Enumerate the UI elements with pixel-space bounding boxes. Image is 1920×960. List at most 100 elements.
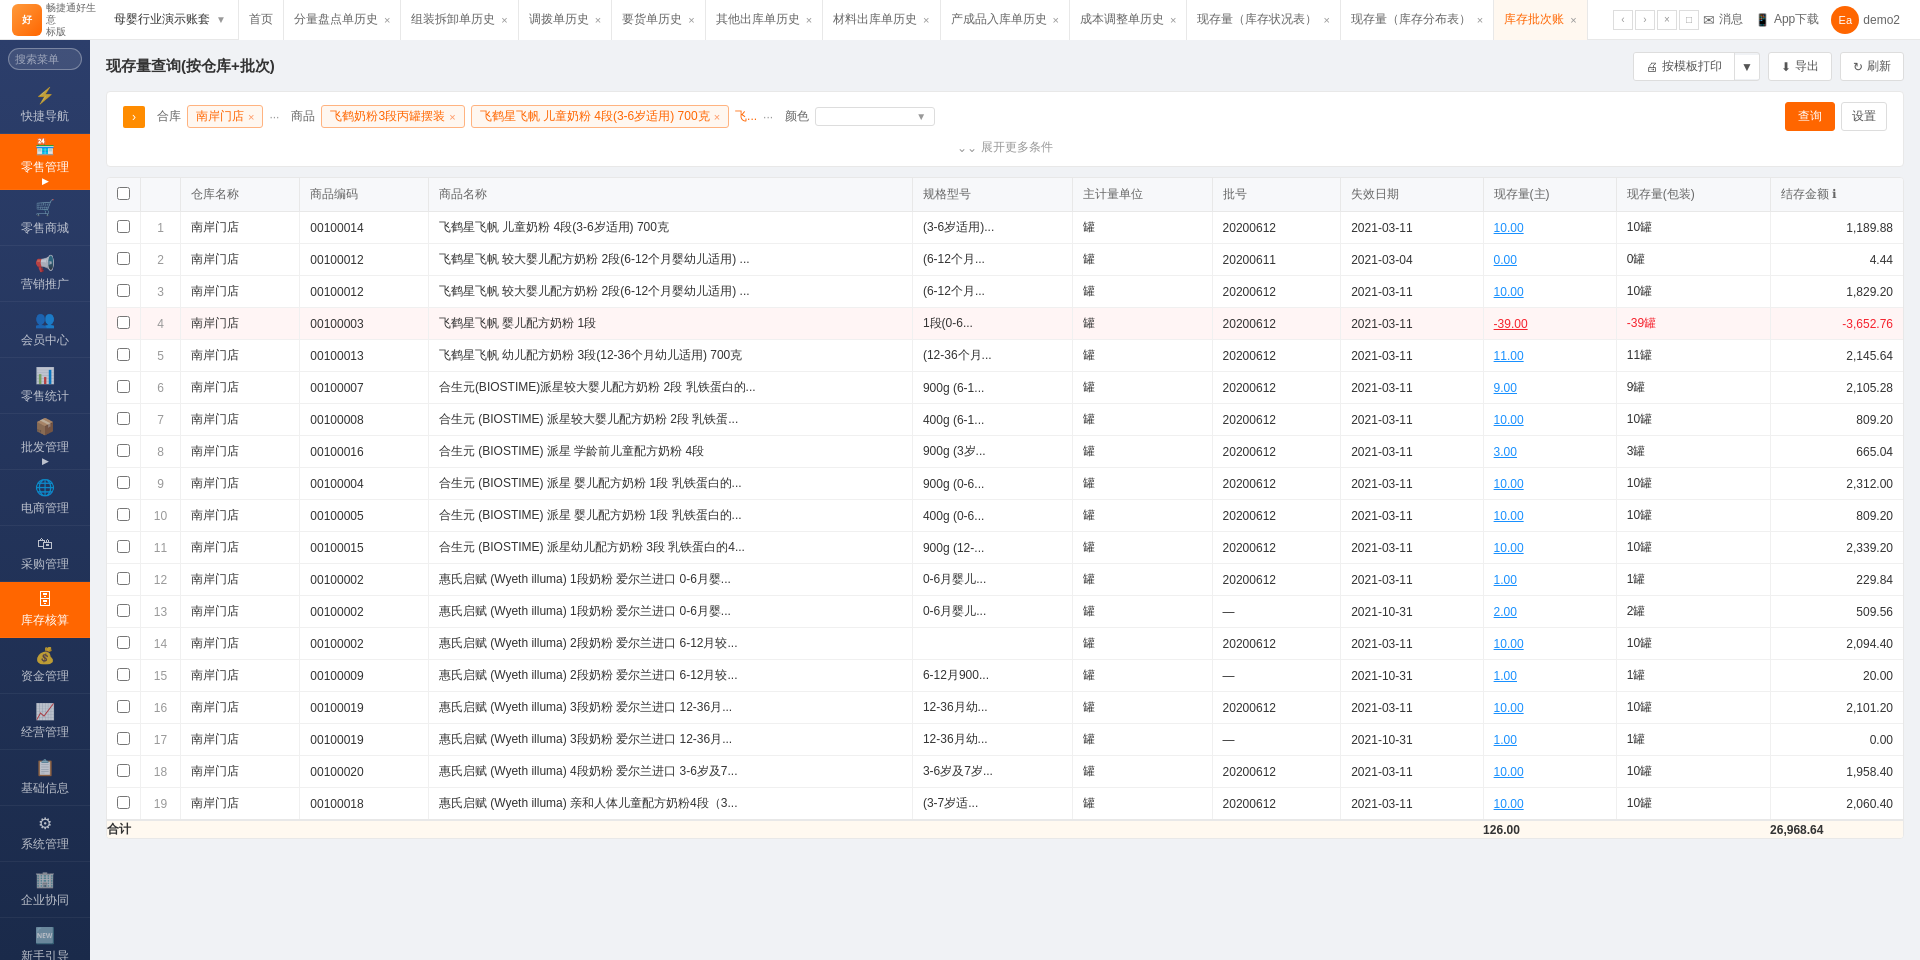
row-checkbox[interactable] — [117, 316, 130, 329]
tab-mix[interactable]: 调拨单历史 × — [519, 0, 612, 40]
row-checkbox[interactable] — [117, 732, 130, 745]
sidebar-item-wholesale[interactable]: 📦 批发管理 ▶ — [0, 414, 90, 470]
sidebar-item-retail-mgmt[interactable]: 🏪 零售管理 ▶ — [0, 134, 90, 190]
sidebar-item-shortcut[interactable]: ⚡ 快捷导航 — [0, 78, 90, 134]
select-all-checkbox[interactable] — [117, 187, 130, 200]
tab-other-out[interactable]: 其他出库单历史 × — [706, 0, 823, 40]
warehouse-ellipsis[interactable]: ··· — [269, 110, 279, 124]
tab-product-in-close[interactable]: × — [1053, 14, 1059, 26]
tab-nav-right[interactable]: › — [1635, 10, 1655, 30]
sidebar-search-input[interactable] — [8, 48, 82, 70]
row-checkbox[interactable] — [117, 636, 130, 649]
tab-home[interactable]: 首页 — [239, 0, 284, 40]
product-tag-1-remove[interactable]: × — [449, 111, 455, 123]
row-checkbox[interactable] — [117, 252, 130, 265]
row-checkbox[interactable] — [117, 764, 130, 777]
tab-nav-left[interactable]: ‹ — [1613, 10, 1633, 30]
row-checkbox[interactable] — [117, 572, 130, 585]
tab-inventory-status[interactable]: 现存量（库存状况表） × — [1187, 0, 1340, 40]
row-checkbox[interactable] — [117, 700, 130, 713]
tab-disassemble-close[interactable]: × — [501, 14, 507, 26]
sidebar-item-marketing[interactable]: 📢 营销推广 — [0, 246, 90, 302]
tab-nav-close[interactable]: × — [1657, 10, 1677, 30]
row-qty-main[interactable]: 11.00 — [1483, 340, 1616, 372]
sidebar-item-retail-shop[interactable]: 🛒 零售商城 — [0, 190, 90, 246]
row-qty-main[interactable]: 3.00 — [1483, 436, 1616, 468]
sidebar-item-retail-stats[interactable]: 📊 零售统计 — [0, 358, 90, 414]
row-checkbox[interactable] — [117, 604, 130, 617]
row-checkbox[interactable] — [117, 508, 130, 521]
row-checkbox[interactable] — [117, 348, 130, 361]
sidebar-item-guide[interactable]: 🆕 新手引导 — [0, 918, 90, 960]
sidebar-item-inventory[interactable]: 🗄 库存核算 — [0, 582, 90, 638]
tab-inventory-status-close[interactable]: × — [1323, 14, 1329, 26]
sidebar-item-operations[interactable]: 📈 经营管理 — [0, 694, 90, 750]
warehouse-tag-remove[interactable]: × — [248, 111, 254, 123]
export-btn[interactable]: ⬇ 导出 — [1768, 52, 1832, 81]
tab-cost-adjust[interactable]: 成本调整单历史 × — [1070, 0, 1187, 40]
row-checkbox[interactable] — [117, 380, 130, 393]
row-qty-main[interactable]: 10.00 — [1483, 500, 1616, 532]
sidebar-item-enterprise[interactable]: 🏢 企业协同 — [0, 862, 90, 918]
row-qty-main[interactable]: 10.00 — [1483, 276, 1616, 308]
filter-scroll-left[interactable]: › — [123, 106, 145, 128]
sidebar-item-purchase[interactable]: 🛍 采购管理 — [0, 526, 90, 582]
row-qty-main[interactable]: 10.00 — [1483, 532, 1616, 564]
row-qty-main[interactable]: -39.00 — [1483, 308, 1616, 340]
tab-request-close[interactable]: × — [688, 14, 694, 26]
tab-inventory-dist-close[interactable]: × — [1477, 14, 1483, 26]
sidebar-item-system[interactable]: ⚙ 系统管理 — [0, 806, 90, 862]
row-qty-main[interactable]: 10.00 — [1483, 628, 1616, 660]
user-info[interactable]: Ea demo2 — [1831, 6, 1900, 34]
row-checkbox[interactable] — [117, 476, 130, 489]
row-qty-main[interactable]: 10.00 — [1483, 404, 1616, 436]
tab-material-out[interactable]: 材料出库单历史 × — [823, 0, 940, 40]
row-qty-main[interactable]: 0.00 — [1483, 244, 1616, 276]
expand-more-btn[interactable]: ⌄⌄ 展开更多条件 — [957, 139, 1053, 156]
row-checkbox[interactable] — [117, 668, 130, 681]
tab-batch-account[interactable]: 库存批次账 × — [1494, 0, 1587, 40]
product-tag-2-remove[interactable]: × — [714, 111, 720, 123]
tab-material-out-close[interactable]: × — [923, 14, 929, 26]
tab-split-inventory-close[interactable]: × — [384, 14, 390, 26]
template-print-dropdown[interactable]: ▼ — [1735, 55, 1759, 79]
row-qty-main[interactable]: 10.00 — [1483, 788, 1616, 821]
tab-split-inventory[interactable]: 分量盘点单历史 × — [284, 0, 401, 40]
row-qty-main[interactable]: 10.00 — [1483, 468, 1616, 500]
tab-disassemble[interactable]: 组装拆卸单历史 × — [401, 0, 518, 40]
sidebar-item-finance[interactable]: 💰 资金管理 — [0, 638, 90, 694]
row-qty-main[interactable]: 10.00 — [1483, 692, 1616, 724]
row-qty-main[interactable]: 9.00 — [1483, 372, 1616, 404]
tab-product-in[interactable]: 产成品入库单历史 × — [941, 0, 1070, 40]
row-checkbox[interactable] — [117, 284, 130, 297]
row-checkbox[interactable] — [117, 412, 130, 425]
tab-request[interactable]: 要货单历史 × — [612, 0, 705, 40]
row-qty-main[interactable]: 1.00 — [1483, 564, 1616, 596]
row-qty-main[interactable]: 2.00 — [1483, 596, 1616, 628]
row-checkbox[interactable] — [117, 796, 130, 809]
settings-btn[interactable]: 设置 — [1841, 102, 1887, 131]
sidebar-item-basic[interactable]: 📋 基础信息 — [0, 750, 90, 806]
tab-inventory-dist[interactable]: 现存量（库存分布表） × — [1341, 0, 1494, 40]
color-select[interactable]: ▼ — [815, 107, 935, 126]
refresh-btn[interactable]: ↻ 刷新 — [1840, 52, 1904, 81]
tab-batch-account-close[interactable]: × — [1570, 14, 1576, 26]
row-qty-main[interactable]: 10.00 — [1483, 212, 1616, 244]
tab-other-out-close[interactable]: × — [806, 14, 812, 26]
tab-mix-close[interactable]: × — [595, 14, 601, 26]
row-qty-main[interactable]: 1.00 — [1483, 724, 1616, 756]
message-btn[interactable]: ✉ 消息 — [1703, 11, 1743, 28]
sidebar-item-member[interactable]: 👥 会员中心 — [0, 302, 90, 358]
app-download-btn[interactable]: 📱 App下载 — [1755, 11, 1819, 28]
sidebar-item-ecommerce[interactable]: 🌐 电商管理 — [0, 470, 90, 526]
query-btn[interactable]: 查询 — [1785, 102, 1835, 131]
tab-nav-maximize[interactable]: □ — [1679, 10, 1699, 30]
tab-selector[interactable]: 母婴行业演示账套 ▼ — [102, 0, 239, 40]
row-checkbox[interactable] — [117, 540, 130, 553]
row-checkbox[interactable] — [117, 444, 130, 457]
row-qty-main[interactable]: 1.00 — [1483, 660, 1616, 692]
tab-cost-adjust-close[interactable]: × — [1170, 14, 1176, 26]
template-print-btn[interactable]: 🖨 按模板打印 — [1634, 53, 1735, 80]
row-checkbox[interactable] — [117, 220, 130, 233]
product-ellipsis[interactable]: ··· — [763, 110, 773, 124]
